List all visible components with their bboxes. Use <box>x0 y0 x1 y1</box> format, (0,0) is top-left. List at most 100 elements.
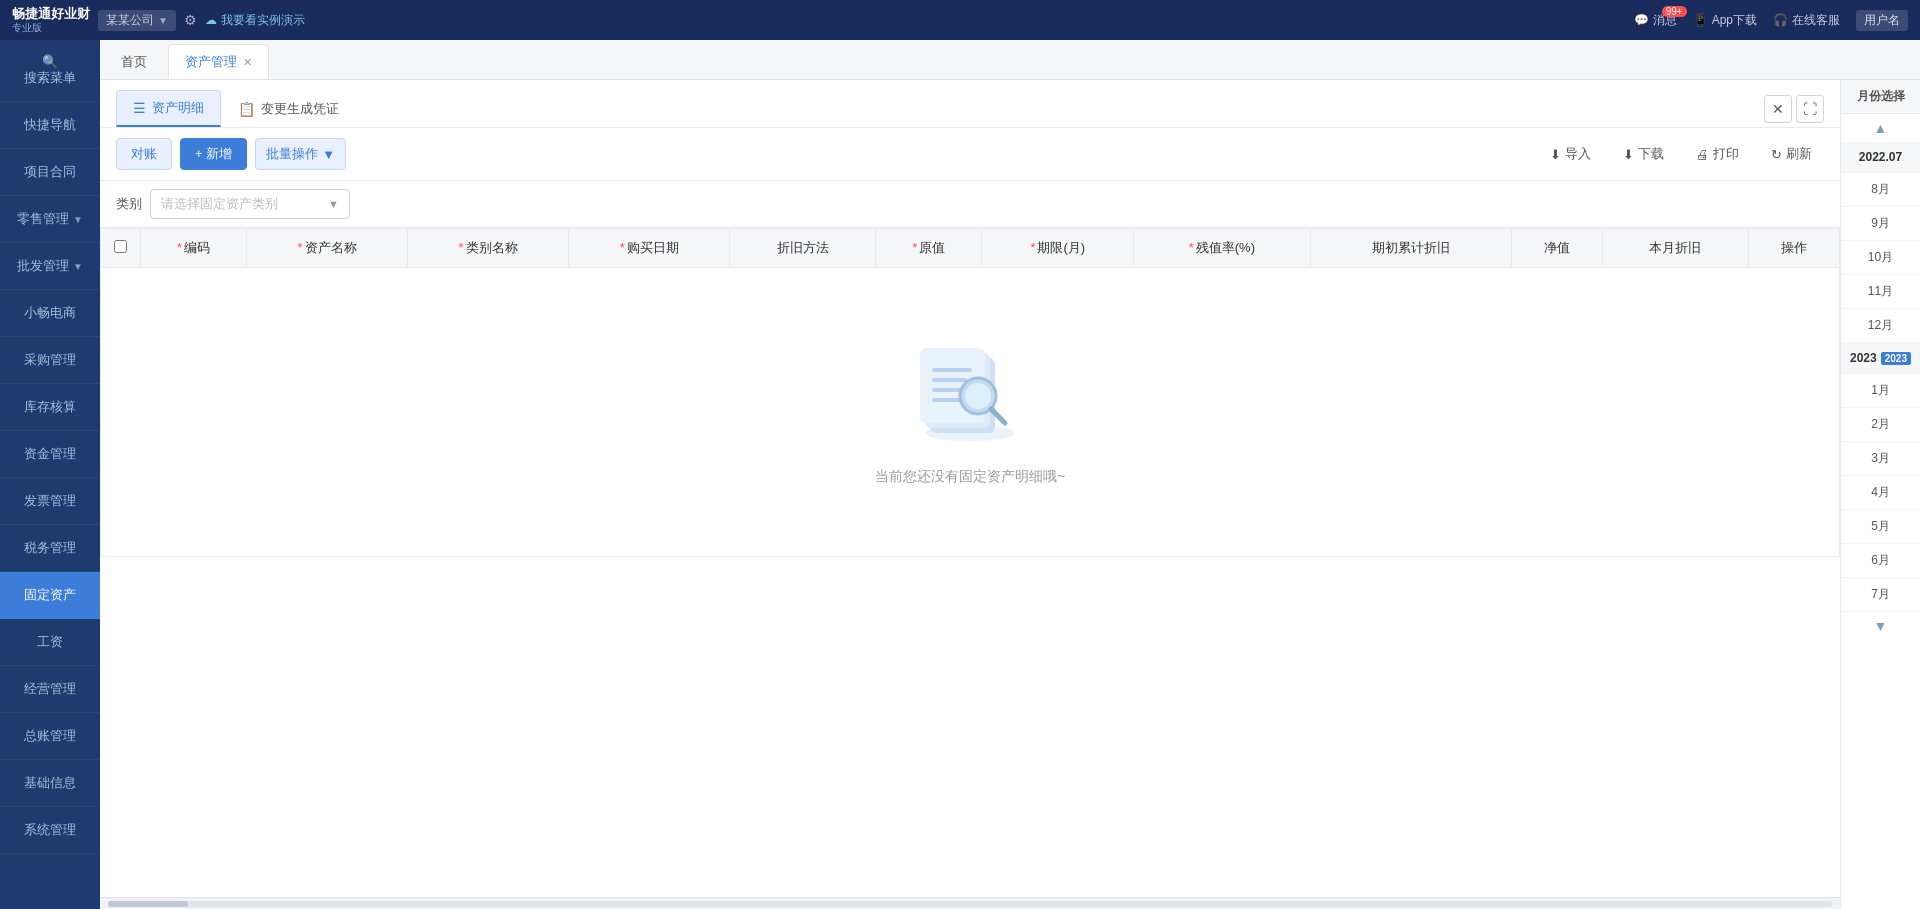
expand-panel-button[interactable]: ⛶ <box>1796 95 1824 123</box>
app-download-button[interactable]: 📱 App下载 <box>1693 12 1757 29</box>
select-arrow-icon: ▼ <box>328 198 339 210</box>
month-item-1[interactable]: 1月 <box>1841 374 1920 408</box>
tab-home-label: 首页 <box>121 53 147 71</box>
sidebar-item-finance[interactable]: 资金管理 <box>0 431 100 478</box>
main-layout: 🔍 搜索菜单 快捷导航 项目合同 零售管理 ▼ 批发管理 ▼ 小畅电商 采购管理… <box>0 40 1920 909</box>
month-item-5[interactable]: 5月 <box>1841 510 1920 544</box>
month-item-12[interactable]: 12月 <box>1841 309 1920 343</box>
chevron-down-icon: ▼ <box>73 261 83 272</box>
reconcile-button[interactable]: 对账 <box>116 138 172 170</box>
tab-bar: 首页 资产管理 ✕ <box>100 40 1920 80</box>
scrollbar-track <box>108 901 1832 907</box>
app-download-label: App下载 <box>1712 12 1757 29</box>
month-current-year[interactable]: 2022.07 <box>1841 142 1920 173</box>
sub-tabs: ☰ 资产明细 📋 变更生成凭证 ✕ ⛶ <box>100 80 1840 128</box>
col-depreciation-method: 折旧方法 <box>730 229 876 268</box>
top-bar-left: 畅捷通好业财 专业版 某某公司 ▼ ⚙ ☁ 我要看实例演示 <box>12 6 1624 34</box>
toolbar: 对账 + 新增 批量操作 ▼ ⬇ 导入 ⬇ 下载 <box>100 128 1840 181</box>
sub-tab-asset-detail-label: 资产明细 <box>152 99 204 117</box>
month-item-8[interactable]: 8月 <box>1841 173 1920 207</box>
table-header: *编码 *资产名称 *类别名称 *购买日期 折旧方法 *原值 *期限(月) *残… <box>101 229 1840 268</box>
sidebar-item-tax[interactable]: 税务管理 <box>0 525 100 572</box>
month-nav-up-button[interactable]: ▲ <box>1868 118 1894 138</box>
col-residual-rate: *残值率(%) <box>1134 229 1310 268</box>
col-monthly-depreciation: 本月折旧 <box>1602 229 1748 268</box>
category-select[interactable]: 请选择固定资产类别 ▼ <box>150 189 350 219</box>
month-item-7[interactable]: 7月 <box>1841 578 1920 612</box>
category-placeholder: 请选择固定资产类别 <box>161 195 278 213</box>
sidebar-item-invoice[interactable]: 发票管理 <box>0 478 100 525</box>
print-label: 打印 <box>1713 145 1739 163</box>
demo-link[interactable]: ☁ 我要看实例演示 <box>205 12 305 29</box>
user-profile[interactable]: 用户名 <box>1856 10 1908 31</box>
scrollbar-thumb[interactable] <box>108 901 188 907</box>
month-item-11[interactable]: 11月 <box>1841 275 1920 309</box>
user-name: 用户名 <box>1864 13 1900 27</box>
account-selector[interactable]: 某某公司 ▼ <box>98 10 176 31</box>
tab-asset-management[interactable]: 资产管理 ✕ <box>168 44 269 79</box>
message-button[interactable]: 💬 消息 99+ <box>1634 12 1677 29</box>
panel-controls: ✕ ⛶ <box>1764 95 1824 123</box>
sidebar-item-quick-nav[interactable]: 快捷导航 <box>0 102 100 149</box>
sidebar-item-system[interactable]: 系统管理 <box>0 807 100 854</box>
sidebar-item-basic-info[interactable]: 基础信息 <box>0 760 100 807</box>
close-panel-button[interactable]: ✕ <box>1764 95 1792 123</box>
print-button[interactable]: 🖨 打印 <box>1684 139 1751 169</box>
table-container[interactable]: *编码 *资产名称 *类别名称 *购买日期 折旧方法 *原值 *期限(月) *残… <box>100 228 1840 897</box>
month-item-9[interactable]: 9月 <box>1841 207 1920 241</box>
month-item-10[interactable]: 10月 <box>1841 241 1920 275</box>
batch-button[interactable]: 批量操作 ▼ <box>255 138 346 170</box>
download-button[interactable]: ⬇ 下载 <box>1611 139 1676 169</box>
sidebar-item-retail[interactable]: 零售管理 ▼ <box>0 196 100 243</box>
month-item-4[interactable]: 4月 <box>1841 476 1920 510</box>
select-all-checkbox[interactable] <box>114 240 127 253</box>
col-code: *编码 <box>141 229 247 268</box>
cloud-icon: ☁ <box>205 13 217 27</box>
import-label: 导入 <box>1565 145 1591 163</box>
tab-asset-label: 资产管理 <box>185 53 237 71</box>
message-icon: 💬 <box>1634 13 1649 27</box>
refresh-button[interactable]: ↻ 刷新 <box>1759 139 1824 169</box>
sidebar-item-project[interactable]: 项目合同 <box>0 149 100 196</box>
horizontal-scrollbar[interactable] <box>100 897 1840 909</box>
sidebar-item-ledger[interactable]: 总账管理 <box>0 713 100 760</box>
import-button[interactable]: ⬇ 导入 <box>1538 139 1603 169</box>
month-nav-top: ▲ <box>1841 114 1920 142</box>
phone-icon: 📱 <box>1693 13 1708 27</box>
online-service-button[interactable]: 🎧 在线客服 <box>1773 12 1840 29</box>
tab-close-icon[interactable]: ✕ <box>243 56 252 69</box>
svg-point-9 <box>965 383 991 409</box>
add-button[interactable]: + 新增 <box>180 138 247 170</box>
sidebar-item-search[interactable]: 🔍 搜索菜单 <box>0 40 100 102</box>
col-category: *类别名称 <box>408 229 569 268</box>
empty-state: 当前您还没有固定资产明细哦~ <box>109 278 1831 546</box>
sidebar-item-operations[interactable]: 经营管理 <box>0 666 100 713</box>
sidebar-item-payroll[interactable]: 工资 <box>0 619 100 666</box>
month-nav-bottom: ▼ <box>1841 612 1920 640</box>
settings-icon[interactable]: ⚙ <box>184 12 197 28</box>
month-item-3[interactable]: 3月 <box>1841 442 1920 476</box>
empty-illustration <box>910 338 1030 448</box>
filter-label: 类别 <box>116 195 142 213</box>
month-nav-down-button[interactable]: ▼ <box>1868 616 1894 636</box>
sidebar-item-ecommerce[interactable]: 小畅电商 <box>0 290 100 337</box>
col-period: *期限(月) <box>982 229 1134 268</box>
filter-row: 类别 请选择固定资产类别 ▼ <box>100 181 1840 228</box>
message-badge: 99+ <box>1662 6 1687 17</box>
month-item-2[interactable]: 2月 <box>1841 408 1920 442</box>
sidebar-item-inventory[interactable]: 库存核算 <box>0 384 100 431</box>
tab-home[interactable]: 首页 <box>104 44 164 79</box>
sidebar-item-purchase[interactable]: 采购管理 <box>0 337 100 384</box>
sub-tab-asset-detail[interactable]: ☰ 资产明细 <box>116 90 221 127</box>
col-accumulated-depreciation: 期初累计折旧 <box>1310 229 1511 268</box>
month-item-6[interactable]: 6月 <box>1841 544 1920 578</box>
sidebar-item-wholesale[interactable]: 批发管理 ▼ <box>0 243 100 290</box>
select-all-header[interactable] <box>101 229 141 268</box>
chevron-down-icon: ▼ <box>73 214 83 225</box>
demo-link-label: 我要看实例演示 <box>221 12 305 29</box>
headset-icon: 🎧 <box>1773 13 1788 27</box>
col-original-value: *原值 <box>876 229 982 268</box>
sub-tab-voucher[interactable]: 📋 变更生成凭证 <box>221 91 356 127</box>
sidebar-item-fixed-assets[interactable]: 固定资产 <box>0 572 100 619</box>
dropdown-arrow-icon: ▼ <box>322 147 335 162</box>
